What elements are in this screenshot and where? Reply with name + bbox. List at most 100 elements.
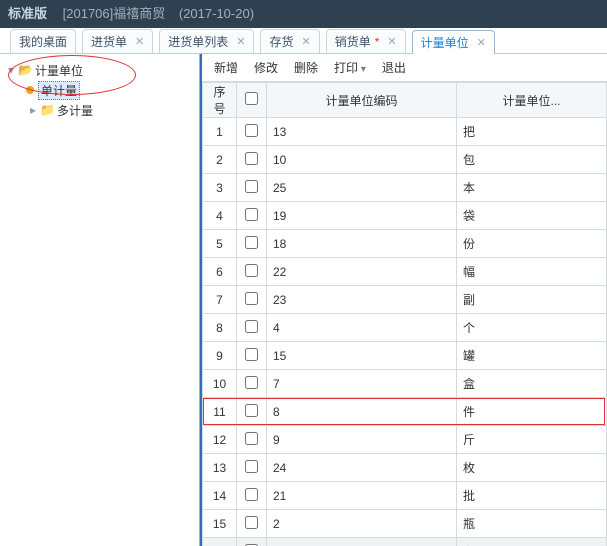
cell-seq: 14 <box>203 482 237 510</box>
close-icon[interactable]: ✕ <box>477 32 486 54</box>
table-row[interactable]: 118件 <box>203 398 607 426</box>
tab-5[interactable]: 计量单位 ✕ <box>412 30 495 54</box>
row-checkbox[interactable] <box>245 208 258 221</box>
cell-checkbox <box>237 510 267 538</box>
table-row[interactable]: 1421批 <box>203 482 607 510</box>
table-row[interactable]: 5 18份 <box>203 230 607 258</box>
tab-label: 计量单位 <box>421 32 469 54</box>
tab-1[interactable]: 进货单✕ <box>82 29 153 53</box>
cell-unit: 件 <box>457 398 607 426</box>
cell-seq: 7 <box>203 286 237 314</box>
col-code[interactable]: 计量单位编码 <box>267 83 457 118</box>
close-icon[interactable]: ✕ <box>302 31 311 53</box>
col-checkbox[interactable] <box>237 83 267 118</box>
cell-unit: 罐 <box>457 342 607 370</box>
tree-child-single[interactable]: 单计量 <box>4 80 195 100</box>
cell-checkbox <box>237 258 267 286</box>
row-checkbox[interactable] <box>245 180 258 193</box>
cell-unit: 幅 <box>457 258 607 286</box>
close-icon[interactable]: ✕ <box>387 31 396 53</box>
edit-button[interactable]: 修改 <box>248 57 284 78</box>
table-row[interactable]: 107盒 <box>203 370 607 398</box>
tab-2[interactable]: 进货单列表✕ <box>159 29 254 53</box>
table-row[interactable]: 113把 <box>203 118 607 146</box>
row-checkbox[interactable] <box>245 404 258 417</box>
close-icon[interactable]: ✕ <box>236 31 245 53</box>
cell-seq: 2 <box>203 146 237 174</box>
tab-3[interactable]: 存货✕ <box>260 29 319 53</box>
row-checkbox[interactable] <box>245 488 258 501</box>
tab-4[interactable]: 销货单*✕ <box>326 29 406 53</box>
cell-seq: 12 <box>203 426 237 454</box>
cell-checkbox <box>237 454 267 482</box>
cell-seq: 10 <box>203 370 237 398</box>
row-checkbox[interactable] <box>245 124 258 137</box>
table-row[interactable]: 915罐 <box>203 342 607 370</box>
tabstrip: 我的桌面进货单✕进货单列表✕存货✕销货单*✕计量单位✕ <box>0 28 607 54</box>
cell-code: 18 <box>267 230 457 258</box>
row-checkbox[interactable] <box>245 432 258 445</box>
cell-seq: 5 <box>203 230 237 258</box>
row-checkbox[interactable] <box>245 460 258 473</box>
row-checkbox[interactable] <box>245 516 258 529</box>
cell-code: 19 <box>267 202 457 230</box>
cell-code: 13 <box>267 118 457 146</box>
table-row[interactable]: 84个 <box>203 314 607 342</box>
table-row[interactable]: 723副 <box>203 286 607 314</box>
row-checkbox[interactable] <box>245 348 258 361</box>
cell-seq: 4 <box>203 202 237 230</box>
sidebar: ▾ 计量单位 单计量 ▸ 多计量 <box>0 54 200 546</box>
cell-code: 9 <box>267 426 457 454</box>
toolbar: 新增 修改 删除 打印 退出 <box>202 54 607 82</box>
cell-code: 23 <box>267 286 457 314</box>
cell-checkbox <box>237 398 267 426</box>
cell-checkbox <box>237 146 267 174</box>
topbar: 标准版 [201706]福禧商贸 (2017-10-20) <box>0 0 607 28</box>
row-checkbox[interactable] <box>245 320 258 333</box>
collapse-icon[interactable]: ▾ <box>6 63 16 77</box>
cell-checkbox <box>237 342 267 370</box>
row-checkbox[interactable] <box>245 376 258 389</box>
row-checkbox[interactable] <box>245 236 258 249</box>
table-row[interactable]: 210包 <box>203 146 607 174</box>
star-icon: * <box>375 31 380 53</box>
print-label: 打印 <box>334 61 358 75</box>
content: 新增 修改 删除 打印 退出 序号 计量单位编码 计量单位... 113把210… <box>200 54 607 546</box>
table-row[interactable]: 325本 <box>203 174 607 202</box>
tab-label: 我的桌面 <box>19 31 67 53</box>
tree: ▾ 计量单位 单计量 ▸ 多计量 <box>4 60 195 120</box>
cell-seq: 13 <box>203 454 237 482</box>
row-checkbox[interactable] <box>245 292 258 305</box>
cell-code: 7 <box>267 370 457 398</box>
select-all-checkbox[interactable] <box>245 92 258 105</box>
table-row[interactable]: 152瓶 <box>203 510 607 538</box>
cell-checkbox <box>237 370 267 398</box>
cell-checkbox <box>237 118 267 146</box>
table-row[interactable]: 129斤 <box>203 426 607 454</box>
tab-0[interactable]: 我的桌面 <box>10 29 76 53</box>
add-button[interactable]: 新增 <box>208 57 244 78</box>
table-row[interactable]: 1324枚 <box>203 454 607 482</box>
cell-unit: 袋 <box>457 202 607 230</box>
table-row[interactable]: 4 19袋 <box>203 202 607 230</box>
cell-unit: 包 <box>457 146 607 174</box>
expand-icon[interactable]: ▸ <box>28 103 38 117</box>
row-checkbox[interactable] <box>245 264 258 277</box>
tree-root[interactable]: ▾ 计量单位 <box>4 60 195 80</box>
print-button[interactable]: 打印 <box>328 57 372 78</box>
close-icon[interactable]: ✕ <box>135 31 144 53</box>
table-row[interactable]: 622幅 <box>203 258 607 286</box>
row-checkbox[interactable] <box>245 152 258 165</box>
tree-child-multi[interactable]: ▸ 多计量 <box>4 100 195 120</box>
cell-code: 2 <box>267 510 457 538</box>
col-unit[interactable]: 计量单位... <box>457 83 607 118</box>
exit-button[interactable]: 退出 <box>376 57 412 78</box>
col-seq[interactable]: 序号 <box>203 83 237 118</box>
cell-seq: 11 <box>203 398 237 426</box>
cell-seq: 16 <box>203 538 237 546</box>
cell-checkbox <box>237 174 267 202</box>
delete-button[interactable]: 删除 <box>288 57 324 78</box>
table-row[interactable]: 165台 <box>203 538 607 546</box>
cell-unit: 份 <box>457 230 607 258</box>
cell-checkbox <box>237 286 267 314</box>
